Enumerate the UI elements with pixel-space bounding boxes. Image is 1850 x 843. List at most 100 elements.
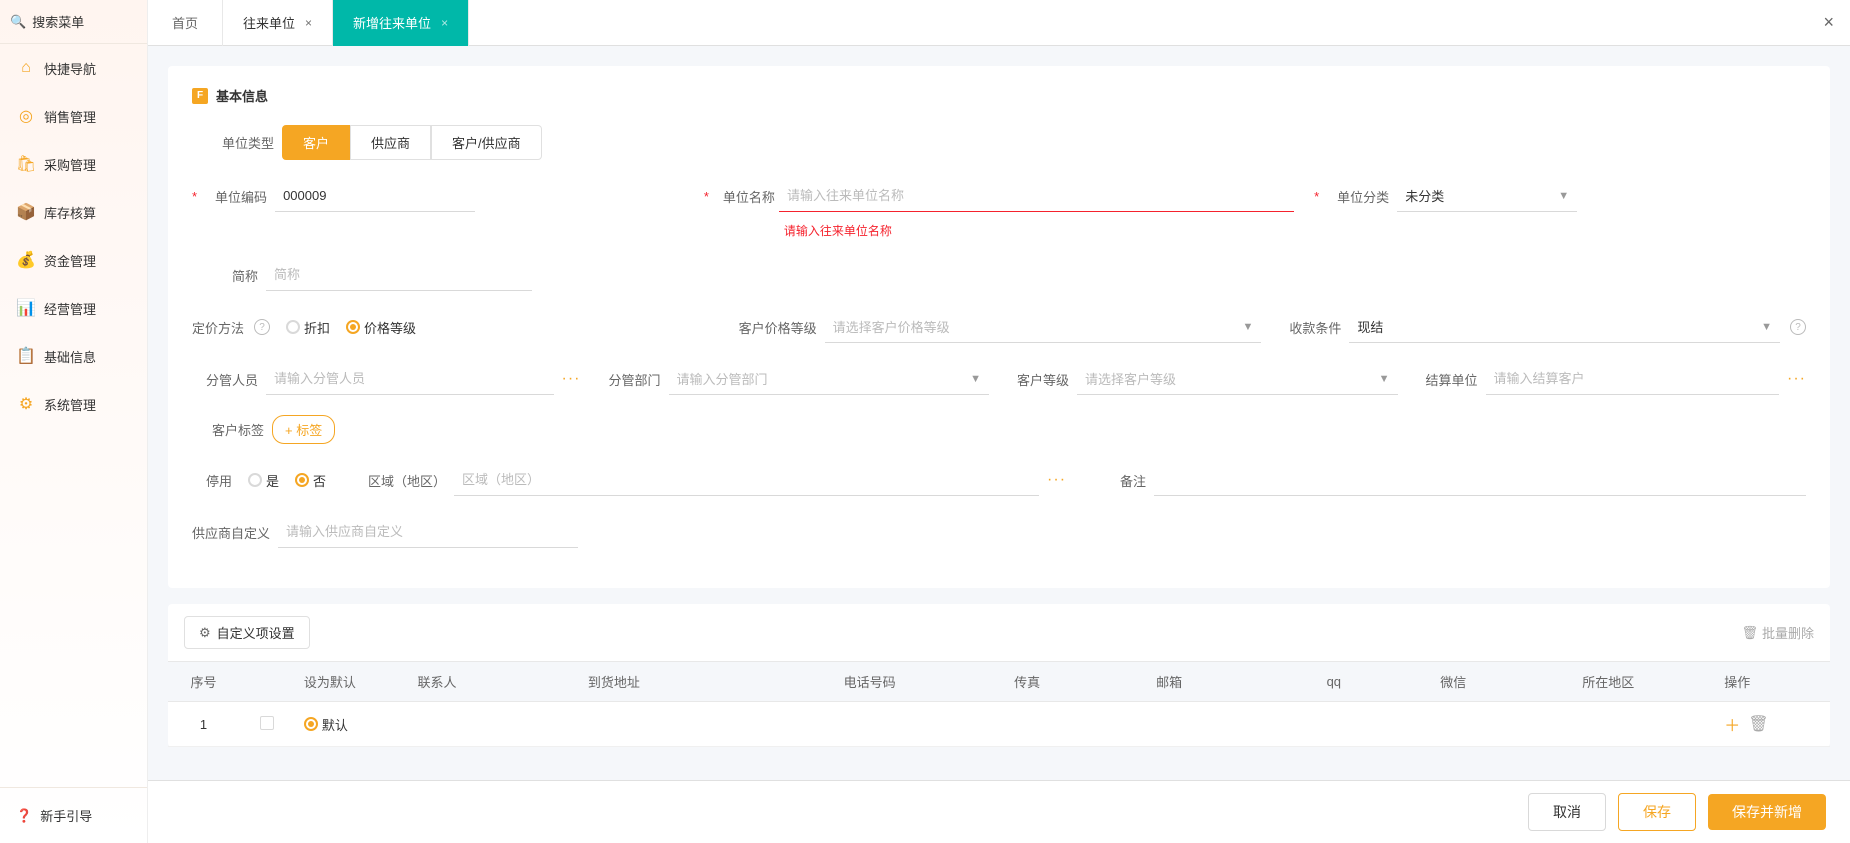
radio-price-level[interactable]: 价格等级 bbox=[346, 318, 416, 337]
sidebar-item-guide[interactable]: ❓ 新手引导 bbox=[0, 796, 147, 835]
sidebar-item-label: 基础信息 bbox=[44, 347, 96, 366]
sidebar-item-sales[interactable]: ◎ 销售管理 bbox=[0, 92, 147, 140]
sidebar-item-ops[interactable]: 📊 经营管理 bbox=[0, 284, 147, 332]
cell-contact bbox=[409, 702, 579, 747]
sidebar-item-label: 经营管理 bbox=[44, 299, 96, 318]
sidebar-item-label: 销售管理 bbox=[44, 107, 96, 126]
supplier-custom-input[interactable] bbox=[278, 516, 578, 548]
btn-both[interactable]: 客户/供应商 bbox=[431, 125, 542, 160]
cell-email bbox=[1148, 702, 1318, 747]
remark-input[interactable] bbox=[1154, 464, 1806, 496]
customer-level-select[interactable]: 请选择客户等级 ▼ bbox=[1077, 363, 1398, 395]
remark-label: 备注 bbox=[1106, 471, 1146, 490]
settlement-input[interactable] bbox=[1486, 363, 1780, 395]
table-header-row: 序号 设为默认 联系人 到货地址 电话号码 传真 邮箱 qq 微信 所在地区 操… bbox=[168, 662, 1830, 702]
region-input[interactable] bbox=[454, 464, 1039, 496]
table-row: 1 默认 bbox=[168, 702, 1830, 747]
sidebar-item-purchase[interactable]: 🛍 采购管理 bbox=[0, 140, 147, 188]
batch-delete-button[interactable]: 🗑 批量删除 bbox=[1741, 623, 1814, 642]
table-section: ⚙ 自定义项设置 🗑 批量删除 序号 设为默认 联系人 到货地址 电话 bbox=[168, 604, 1830, 747]
sidebar-item-inventory[interactable]: 📦 库存核算 bbox=[0, 188, 147, 236]
section-title: F 基本信息 bbox=[192, 86, 1806, 105]
window-close-icon[interactable]: × bbox=[1807, 12, 1850, 33]
region-field: 区域（地区） ··· bbox=[366, 464, 1066, 496]
custom-settings-label: 自定义项设置 bbox=[217, 623, 295, 642]
sidebar-item-quick-nav[interactable]: ⌂ 快捷导航 bbox=[0, 44, 147, 92]
region-more-icon[interactable]: ··· bbox=[1047, 471, 1066, 489]
unit-category-select[interactable]: 未分类 ▼ bbox=[1397, 180, 1577, 212]
sidebar-bottom: ❓ 新手引导 bbox=[0, 787, 147, 843]
finance-icon: 💰 bbox=[16, 250, 36, 270]
department-placeholder: 请输入分管部门 bbox=[677, 369, 967, 388]
tab-partner-label: 往来单位 bbox=[243, 13, 295, 32]
radio-price-level-circle bbox=[346, 320, 360, 334]
disabled-label: 停用 bbox=[192, 471, 232, 490]
manager-input[interactable] bbox=[266, 363, 554, 395]
search-menu[interactable]: 🔍 搜索菜单 bbox=[0, 0, 147, 44]
payment-terms-select[interactable]: 现结 ▼ bbox=[1349, 311, 1780, 343]
customer-price-level-select[interactable]: 请选择客户价格等级 ▼ bbox=[825, 311, 1262, 343]
unit-category-label: 单位分类 bbox=[1329, 187, 1389, 206]
department-select[interactable]: 请输入分管部门 ▼ bbox=[669, 363, 990, 395]
required-star: * bbox=[192, 189, 197, 204]
remark-field: 备注 bbox=[1106, 464, 1806, 496]
pricing-row: 定价方法 ? 折扣 价格等级 bbox=[192, 311, 1806, 343]
unit-name-input[interactable] bbox=[779, 180, 1294, 212]
short-name-label: 简称 bbox=[192, 266, 258, 285]
customer-level-placeholder: 请选择客户等级 bbox=[1085, 369, 1375, 388]
btn-customer[interactable]: 客户 bbox=[282, 125, 350, 160]
col-contact: 联系人 bbox=[409, 662, 579, 702]
tab-partner-close[interactable]: × bbox=[305, 16, 312, 30]
section-title-label: 基本信息 bbox=[216, 86, 268, 105]
pricing-method-help[interactable]: ? bbox=[254, 319, 270, 335]
manager-label: 分管人员 bbox=[192, 370, 258, 389]
tab-new-partner-label: 新增往来单位 bbox=[353, 13, 431, 32]
col-phone: 电话号码 bbox=[836, 662, 1006, 702]
row-default-radio[interactable]: 默认 bbox=[304, 715, 402, 734]
settlement-label: 结算单位 bbox=[1418, 370, 1478, 389]
required-star2: * bbox=[704, 189, 709, 204]
add-tag-button[interactable]: + 标签 bbox=[272, 415, 335, 444]
pricing-method-radios: 折扣 价格等级 bbox=[286, 318, 416, 337]
required-star3: * bbox=[1314, 189, 1319, 204]
short-name-field: 简称 bbox=[192, 259, 532, 291]
tag-row: 客户标签 + 标签 bbox=[192, 415, 1806, 444]
short-name-input[interactable] bbox=[266, 259, 532, 291]
manager-more-icon[interactable]: ··· bbox=[562, 370, 581, 388]
chevron-down-icon2: ▼ bbox=[1242, 321, 1253, 333]
contact-table: 序号 设为默认 联系人 到货地址 电话号码 传真 邮箱 qq 微信 所在地区 操… bbox=[168, 661, 1830, 747]
radio-no[interactable]: 否 bbox=[295, 471, 326, 490]
shortname-row: 简称 bbox=[192, 259, 1806, 291]
settlement-more-icon[interactable]: ··· bbox=[1787, 370, 1806, 388]
radio-discount[interactable]: 折扣 bbox=[286, 318, 330, 337]
tab-new-partner[interactable]: 新增往来单位 × bbox=[333, 0, 469, 46]
radio-discount-circle bbox=[286, 320, 300, 334]
tab-home[interactable]: 首页 bbox=[148, 0, 223, 46]
radio-no-circle bbox=[295, 473, 309, 487]
sidebar-item-system[interactable]: ⚙ 系统管理 bbox=[0, 380, 147, 428]
cancel-button[interactable]: 取消 bbox=[1528, 793, 1606, 831]
radio-no-label: 否 bbox=[313, 471, 326, 490]
custom-settings-button[interactable]: ⚙ 自定义项设置 bbox=[184, 616, 310, 649]
batch-delete-label: 批量删除 bbox=[1762, 623, 1814, 642]
delete-icon: 🗑 bbox=[1741, 625, 1758, 641]
section-icon: F bbox=[192, 88, 208, 104]
payment-terms-help[interactable]: ? bbox=[1790, 319, 1806, 335]
unit-code-input[interactable] bbox=[275, 180, 475, 212]
settlement-field: 结算单位 ··· bbox=[1418, 363, 1807, 395]
row-checkbox[interactable] bbox=[260, 716, 274, 730]
add-row-icon[interactable]: ＋ bbox=[1724, 712, 1740, 736]
cell-phone bbox=[836, 702, 1006, 747]
save-new-button[interactable]: 保存并新增 bbox=[1708, 794, 1826, 830]
tab-new-partner-close[interactable]: × bbox=[441, 16, 448, 30]
search-icon: 🔍 bbox=[10, 14, 26, 30]
sidebar-item-finance[interactable]: 💰 资金管理 bbox=[0, 236, 147, 284]
col-region: 所在地区 bbox=[1574, 662, 1716, 702]
cell-fax bbox=[1006, 702, 1148, 747]
save-button[interactable]: 保存 bbox=[1618, 793, 1696, 831]
tab-partner[interactable]: 往来单位 × bbox=[223, 0, 333, 46]
sidebar-item-basic[interactable]: 📋 基础信息 bbox=[0, 332, 147, 380]
btn-supplier[interactable]: 供应商 bbox=[350, 125, 431, 160]
radio-yes[interactable]: 是 bbox=[248, 471, 279, 490]
delete-row-icon[interactable]: 🗑 bbox=[1748, 714, 1768, 734]
